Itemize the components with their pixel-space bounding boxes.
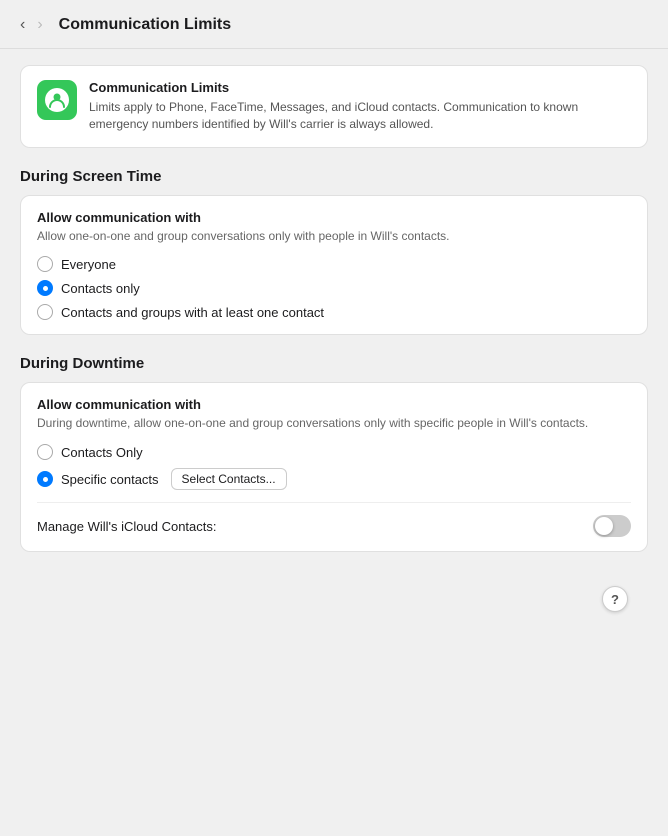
page-title: Communication Limits <box>59 16 231 34</box>
screen-time-section-title: During Screen Time <box>20 168 648 185</box>
radio-everyone-label: Everyone <box>61 257 116 272</box>
downtime-card-subtitle: During downtime, allow one-on-one and gr… <box>37 415 631 432</box>
app-icon <box>37 80 77 120</box>
screen-time-card: Allow communication with Allow one-on-on… <box>20 195 648 336</box>
downtime-card-title: Allow communication with <box>37 397 631 412</box>
radio-everyone[interactable]: Everyone <box>37 256 631 272</box>
radio-specific-contacts-circle <box>37 471 53 487</box>
radio-downtime-contacts-only-circle <box>37 444 53 460</box>
bottom-container: ? <box>20 572 648 632</box>
downtime-radio-group: Contacts Only Specific contacts Select C… <box>37 444 631 490</box>
radio-contacts-only[interactable]: Contacts only <box>37 280 631 296</box>
manage-contacts-label: Manage Will's iCloud Contacts: <box>37 519 217 534</box>
forward-button[interactable]: › <box>33 14 46 36</box>
radio-downtime-contacts-only-label: Contacts Only <box>61 445 143 460</box>
header: ‹ › Communication Limits <box>0 0 668 49</box>
radio-specific-contacts-label: Specific contacts <box>61 472 159 487</box>
radio-contacts-groups-circle <box>37 304 53 320</box>
screen-time-card-title: Allow communication with <box>37 210 631 225</box>
app-info-card: Communication Limits Limits apply to Pho… <box>20 65 648 148</box>
downtime-section-title: During Downtime <box>20 355 648 372</box>
help-button[interactable]: ? <box>602 586 628 612</box>
radio-specific-contacts[interactable]: Specific contacts <box>37 471 159 487</box>
radio-specific-contacts-row: Specific contacts Select Contacts... <box>37 468 631 490</box>
radio-everyone-circle <box>37 256 53 272</box>
manage-contacts-toggle[interactable] <box>593 515 631 537</box>
manage-contacts-row: Manage Will's iCloud Contacts: <box>37 502 631 537</box>
app-info-description: Limits apply to Phone, FaceTime, Message… <box>89 99 631 133</box>
screen-time-card-subtitle: Allow one-on-one and group conversations… <box>37 228 631 245</box>
back-button[interactable]: ‹ <box>16 14 29 36</box>
radio-downtime-contacts-only[interactable]: Contacts Only <box>37 444 631 460</box>
downtime-card: Allow communication with During downtime… <box>20 382 648 552</box>
radio-contacts-groups-label: Contacts and groups with at least one co… <box>61 305 324 320</box>
app-info-title: Communication Limits <box>89 80 631 95</box>
radio-contacts-only-circle <box>37 280 53 296</box>
radio-contacts-groups[interactable]: Contacts and groups with at least one co… <box>37 304 631 320</box>
screen-time-radio-group: Everyone Contacts only Contacts and grou… <box>37 256 631 320</box>
select-contacts-button[interactable]: Select Contacts... <box>171 468 287 490</box>
radio-contacts-only-label: Contacts only <box>61 281 140 296</box>
